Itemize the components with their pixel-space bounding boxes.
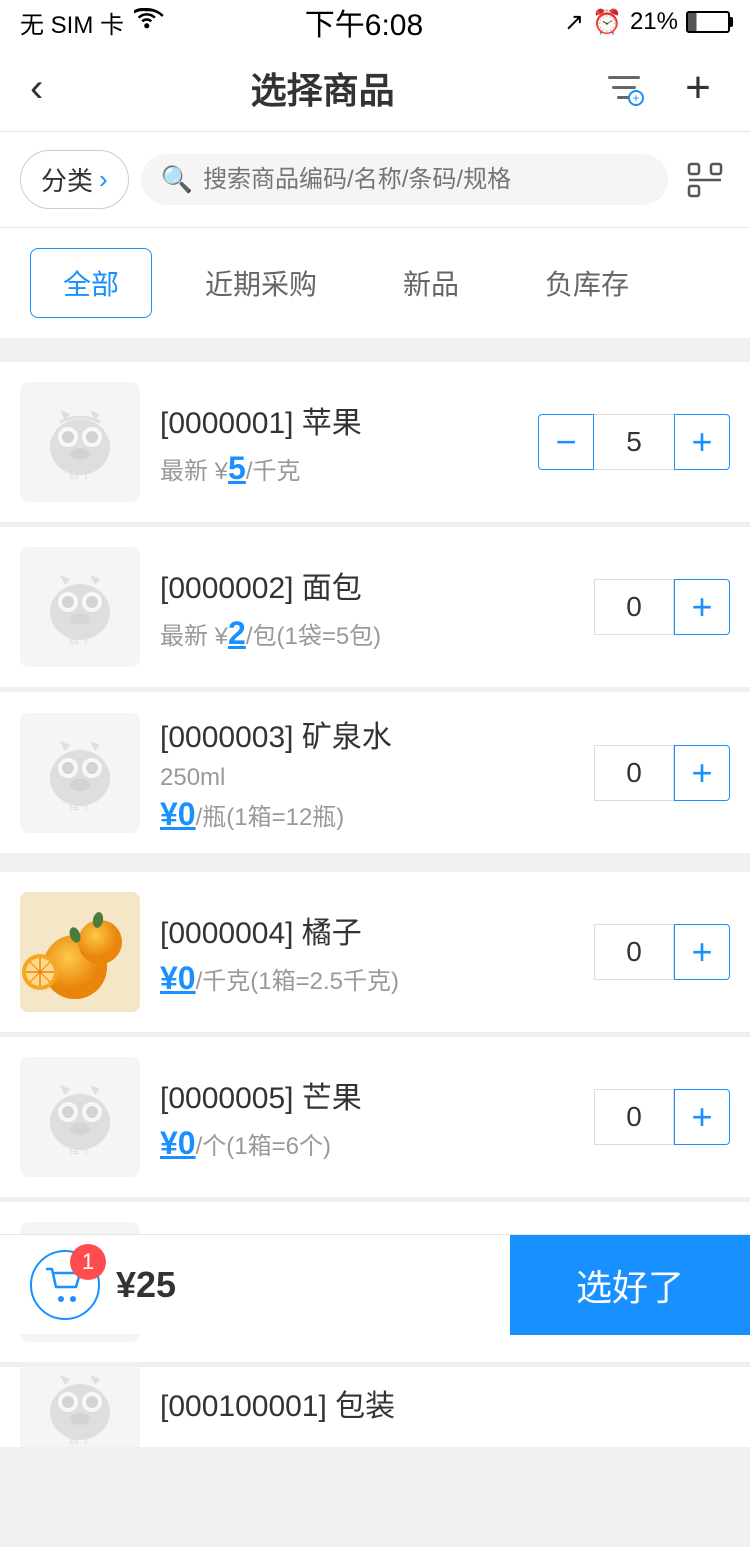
product-item-5: 智十 [0000005] 芒果 ¥0/个(1箱=6个) 0 +: [0, 1037, 750, 1198]
quantity-input-1[interactable]: [594, 414, 674, 470]
quantity-display-5: 0: [594, 1089, 674, 1145]
increase-button-2[interactable]: +: [674, 579, 730, 635]
section-gap-1: [0, 346, 750, 362]
alarm-icon: ⏰: [592, 8, 622, 37]
product-price-5: ¥0/个(1箱=6个): [160, 1125, 574, 1162]
product-image-2: 智十: [20, 547, 140, 667]
bottom-bar: 1 ¥25 选好了: [0, 1234, 750, 1334]
filter-button[interactable]: +: [602, 66, 646, 110]
category-button[interactable]: 分类 ›: [20, 150, 129, 209]
quantity-control-3: 0 +: [594, 745, 730, 801]
product-info-1: [0000001] 苹果 最新 ¥5/千克: [160, 398, 518, 487]
cart-badge: 1: [70, 1244, 106, 1280]
tab-new[interactable]: 新品: [370, 248, 492, 318]
svg-text:智十: 智十: [68, 631, 92, 646]
quantity-control-4: 0 +: [594, 924, 730, 980]
product-price-2: 最新 ¥2/包(1袋=5包): [160, 615, 574, 652]
quantity-display-3: 0: [594, 745, 674, 801]
product-item-3: 智十 [0000003] 矿泉水 250ml ¥0/瓶(1箱=12瓶) 0 +: [0, 692, 750, 854]
product-image-4: [20, 892, 140, 1012]
svg-text:智十: 智十: [68, 466, 92, 481]
partial-product-image: 智十: [20, 1367, 140, 1447]
svg-text:智十: 智十: [68, 1431, 92, 1446]
svg-text:智十: 智十: [68, 797, 92, 812]
product-spec-3: 250ml: [160, 764, 574, 792]
filter-bar: 分类 › 🔍: [0, 132, 750, 228]
product-info-4: [0000004] 橘子 ¥0/千克(1箱=2.5千克): [160, 908, 574, 997]
tab-negative-stock[interactable]: 负库存: [512, 248, 662, 318]
location-icon: ↗: [564, 8, 584, 37]
product-image-1: 智十: [20, 382, 140, 502]
category-chevron: ›: [99, 164, 108, 195]
carrier-label: 无 SIM 卡: [20, 5, 124, 40]
tab-all[interactable]: 全部: [30, 248, 152, 318]
search-icon: 🔍: [161, 164, 193, 195]
battery-percent: 21%: [630, 8, 678, 36]
product-price-3: ¥0/瓶(1箱=12瓶): [160, 796, 574, 833]
product-name-3: [0000003] 矿泉水: [160, 712, 574, 756]
status-bar: 无 SIM 卡 下午6:08 ↗ ⏰ 21%: [0, 0, 750, 44]
product-image-5: 智十: [20, 1057, 140, 1177]
status-right: ↗ ⏰ 21%: [564, 8, 730, 37]
status-left: 无 SIM 卡: [20, 5, 164, 40]
owl-logo-2: 智十: [30, 557, 130, 657]
nav-icons: + +: [602, 66, 720, 110]
tab-bar: 全部 近期采购 新品 负库存: [0, 228, 750, 346]
quantity-display-4: 0: [594, 924, 674, 980]
category-label: 分类: [41, 161, 93, 198]
wifi-icon: [134, 8, 164, 37]
cart-icon-wrap: 1: [30, 1250, 100, 1320]
svg-text:+: +: [632, 91, 639, 105]
partial-product-name: [000100001] 包装: [160, 1381, 730, 1425]
product-name-2: [0000002] 面包: [160, 563, 574, 607]
cart-total: ¥25: [116, 1264, 176, 1306]
product-image-3: 智十: [20, 713, 140, 833]
product-info-2: [0000002] 面包 最新 ¥2/包(1袋=5包): [160, 563, 574, 652]
back-button[interactable]: ‹: [30, 68, 43, 108]
search-input[interactable]: [203, 166, 648, 194]
divider-3: [0, 856, 750, 872]
product-name-5: [0000005] 芒果: [160, 1073, 574, 1117]
quantity-control-5: 0 +: [594, 1089, 730, 1145]
status-time: 下午6:08: [305, 0, 423, 44]
product-item-1: 智十 [0000001] 苹果 最新 ¥5/千克 − +: [0, 362, 750, 523]
partial-product-info: [000100001] 包装: [160, 1381, 730, 1433]
product-price-4: ¥0/千克(1箱=2.5千克): [160, 960, 574, 997]
owl-logo-5: 智十: [30, 1067, 130, 1167]
tab-recent[interactable]: 近期采购: [172, 248, 350, 318]
decrease-button-1[interactable]: −: [538, 414, 594, 470]
product-info-3: [0000003] 矿泉水 250ml ¥0/瓶(1箱=12瓶): [160, 712, 574, 833]
cart-area[interactable]: 1 ¥25: [0, 1250, 510, 1320]
quantity-control-1: − +: [538, 414, 730, 470]
bottom-spacer: [0, 1447, 750, 1547]
product-item-4: [0000004] 橘子 ¥0/千克(1箱=2.5千克) 0 +: [0, 872, 750, 1033]
orange-image: [20, 892, 140, 1012]
owl-logo-3: 智十: [30, 723, 130, 823]
scan-button[interactable]: [680, 155, 730, 205]
product-item-2: 智十 [0000002] 面包 最新 ¥2/包(1袋=5包) 0 +: [0, 527, 750, 688]
quantity-control-2: 0 +: [594, 579, 730, 635]
quantity-display-2: 0: [594, 579, 674, 635]
increase-button-3[interactable]: +: [674, 745, 730, 801]
add-button[interactable]: +: [676, 66, 720, 110]
product-name-1: [0000001] 苹果: [160, 398, 518, 442]
increase-button-1[interactable]: +: [674, 414, 730, 470]
search-bar: 🔍: [141, 154, 668, 205]
increase-button-4[interactable]: +: [674, 924, 730, 980]
product-price-1: 最新 ¥5/千克: [160, 450, 518, 487]
page-title: 选择商品: [251, 62, 395, 114]
nav-bar: ‹ 选择商品 + +: [0, 44, 750, 132]
confirm-button[interactable]: 选好了: [510, 1235, 750, 1335]
product-info-5: [0000005] 芒果 ¥0/个(1箱=6个): [160, 1073, 574, 1162]
svg-text:智十: 智十: [68, 1141, 92, 1156]
battery-icon: [686, 11, 730, 33]
product-name-4: [0000004] 橘子: [160, 908, 574, 952]
confirm-label: 选好了: [576, 1259, 684, 1311]
owl-logo-1: 智十: [30, 392, 130, 492]
increase-button-5[interactable]: +: [674, 1089, 730, 1145]
partial-product-item: 智十 [000100001] 包装: [0, 1367, 750, 1447]
owl-logo-partial: 智十: [30, 1367, 130, 1447]
